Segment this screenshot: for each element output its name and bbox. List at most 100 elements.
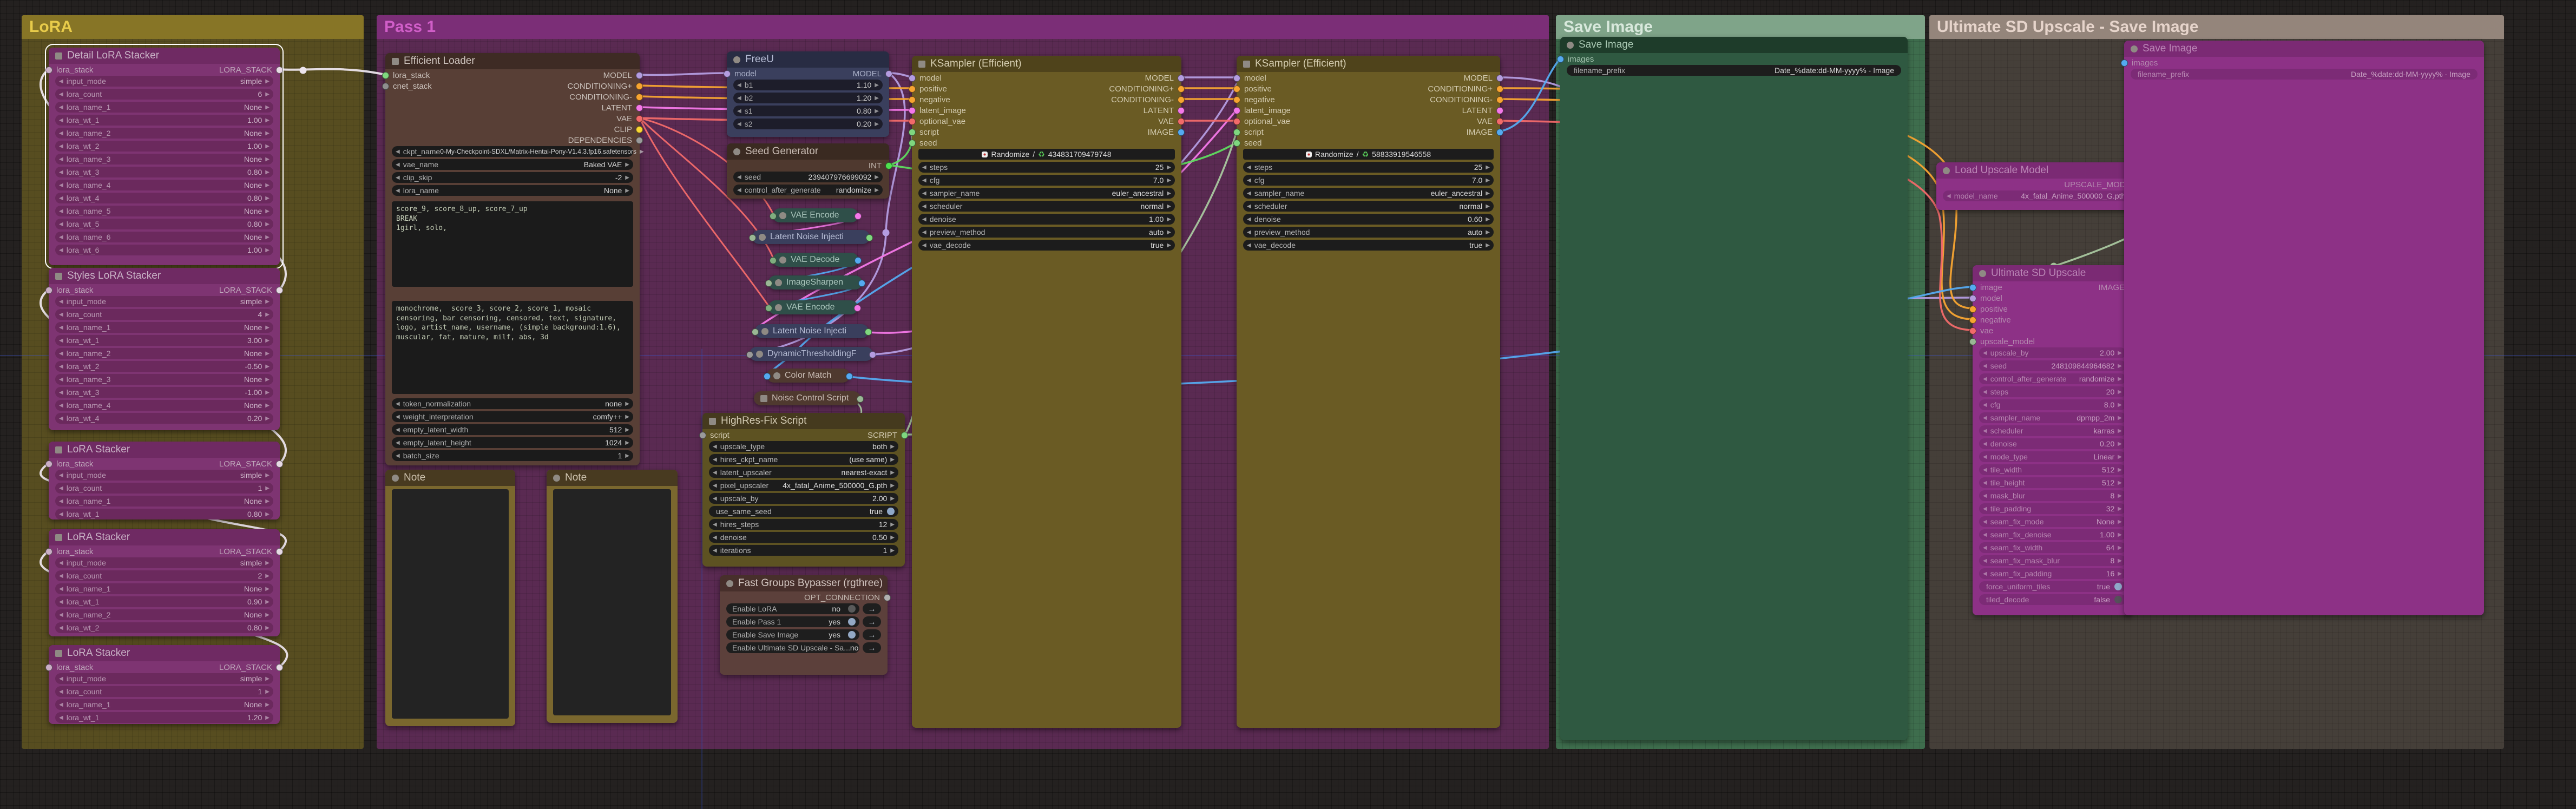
widget-s2[interactable]: ◀ s2 0.20 ▶ — [733, 119, 883, 129]
widget-scheduler[interactable]: ◀ scheduler normal ▶ — [918, 201, 1175, 212]
combo-left-arrow-icon[interactable]: ◀ — [59, 299, 63, 305]
output-dot[interactable] — [1496, 129, 1503, 136]
input-lora_stack[interactable]: lora_stack — [45, 65, 93, 75]
node-save-image[interactable]: Save Image images filename_prefix Date_%dat… — [1557, 37, 1908, 740]
combo-left-arrow-icon[interactable]: ◀ — [1983, 402, 1987, 408]
node-header[interactable]: LoRA Stacker — [49, 442, 280, 458]
input-dot[interactable] — [1233, 107, 1240, 114]
input-script[interactable]: script — [909, 127, 939, 137]
combo-right-arrow-icon[interactable]: ▶ — [265, 485, 270, 491]
widget-input_mode[interactable]: ◀ input_mode simple ▶ — [55, 557, 273, 568]
node-vae-encode[interactable]: VAE Encode — [770, 208, 862, 222]
input-negative[interactable]: negative — [1969, 315, 2011, 325]
output-dot[interactable] — [636, 126, 643, 133]
widget-lora_wt_1[interactable]: ◀ lora_wt_1 0.80 ▶ — [55, 509, 273, 519]
input-dot[interactable] — [1969, 306, 1976, 313]
collapsed-output-dot[interactable] — [865, 328, 872, 336]
combo-right-arrow-icon[interactable]: ▶ — [1486, 203, 1490, 209]
node-load-upscale-model[interactable]: Load Upscale Model UPSCALE_MODEL ◀ model_na… — [1936, 162, 2146, 210]
widget-force_uniform_tiles[interactable]: force_uniform_tiles true — [1979, 581, 2126, 592]
reroute-dot[interactable] — [299, 67, 307, 74]
widget-input_mode[interactable]: ◀ input_mode simple ▶ — [55, 673, 273, 684]
bypass-arrow-button[interactable]: → — [863, 603, 881, 614]
seed-randomize-button[interactable]: Randomize / ♻ 58833919546558 — [1243, 149, 1494, 160]
combo-left-arrow-icon[interactable]: ◀ — [737, 121, 741, 127]
combo-left-arrow-icon[interactable]: ◀ — [396, 401, 400, 407]
combo-left-arrow-icon[interactable]: ◀ — [1247, 203, 1251, 209]
combo-right-arrow-icon[interactable]: ▶ — [265, 143, 270, 149]
widget-weight_interpretation[interactable]: ◀ weight_interpretation comfy++ ▶ — [392, 411, 633, 422]
widget-lora_name_1[interactable]: ◀ lora_name_1 None ▶ — [55, 699, 273, 710]
widget-steps[interactable]: ◀ steps 25 ▶ — [918, 162, 1175, 173]
output-dot[interactable] — [1178, 75, 1185, 82]
combo-right-arrow-icon[interactable]: ▶ — [265, 715, 270, 721]
collapse-icon[interactable] — [55, 52, 62, 60]
combo-left-arrow-icon[interactable]: ◀ — [59, 689, 63, 695]
combo-left-arrow-icon[interactable]: ◀ — [737, 174, 741, 180]
output-dot[interactable] — [276, 67, 283, 74]
bypass-arrow-button[interactable]: → — [863, 642, 881, 653]
output-VAE[interactable]: VAE — [616, 114, 643, 123]
combo-right-arrow-icon[interactable]: ▶ — [265, 612, 270, 618]
combo-left-arrow-icon[interactable]: ◀ — [1947, 193, 1951, 199]
combo-right-arrow-icon[interactable]: ▶ — [875, 187, 879, 193]
combo-right-arrow-icon[interactable]: ▶ — [265, 195, 270, 201]
widget-lora_name_5[interactable]: ◀ lora_name_5 None ▶ — [55, 206, 273, 216]
combo-left-arrow-icon[interactable]: ◀ — [1983, 480, 1987, 486]
output-IMAGE[interactable]: IMAGE — [1148, 127, 1185, 137]
widget-empty_latent_height[interactable]: ◀ empty_latent_height 1024 ▶ — [392, 437, 633, 448]
combo-left-arrow-icon[interactable]: ◀ — [59, 573, 63, 579]
combo-right-arrow-icon[interactable]: ▶ — [1167, 190, 1171, 196]
input-optional_vae[interactable]: optional_vae — [909, 116, 965, 126]
node-header[interactable]: LoRA Stacker — [49, 529, 280, 545]
widget-lora_wt_2[interactable]: ◀ lora_wt_2 0.80 ▶ — [55, 622, 273, 633]
combo-right-arrow-icon[interactable]: ▶ — [875, 121, 879, 127]
collapse-dot-icon[interactable] — [759, 233, 766, 241]
widget-lora_wt_1[interactable]: ◀ lora_wt_1 3.00 ▶ — [55, 335, 273, 346]
combo-left-arrow-icon[interactable]: ◀ — [396, 162, 400, 168]
combo-left-arrow-icon[interactable]: ◀ — [1247, 242, 1251, 248]
widget-lora_wt_6[interactable]: ◀ lora_wt_6 1.00 ▶ — [55, 245, 273, 255]
combo-right-arrow-icon[interactable]: ▶ — [265, 403, 270, 409]
output-OPT_CONNECTION[interactable]: OPT_CONNECTION — [804, 593, 891, 602]
input-model[interactable]: model — [909, 73, 942, 83]
collapsed-input-dot[interactable] — [770, 213, 777, 220]
output-LORA_STACK[interactable]: LORA_STACK — [219, 459, 283, 469]
widget-lora_wt_1[interactable]: ◀ lora_wt_1 1.00 ▶ — [55, 115, 273, 126]
output-dot[interactable] — [636, 94, 643, 101]
combo-right-arrow-icon[interactable]: ▶ — [625, 427, 629, 433]
input-dot[interactable] — [1233, 85, 1240, 93]
combo-left-arrow-icon[interactable]: ◀ — [737, 95, 741, 101]
combo-right-arrow-icon[interactable]: ▶ — [265, 208, 270, 214]
combo-left-arrow-icon[interactable]: ◀ — [396, 453, 400, 459]
toggle-knob[interactable] — [2114, 583, 2122, 590]
combo-left-arrow-icon[interactable]: ◀ — [1983, 493, 1987, 499]
widget-steps[interactable]: ◀ steps 25 ▶ — [1243, 162, 1494, 173]
widget-lora_wt_3[interactable]: ◀ lora_wt_3 -1.00 ▶ — [55, 387, 273, 398]
combo-right-arrow-icon[interactable]: ▶ — [890, 457, 895, 463]
widget-upscale_type[interactable]: ◀ upscale_type both ▶ — [709, 441, 898, 452]
widget-input_mode[interactable]: ◀ input_mode simple ▶ — [55, 296, 273, 307]
output-dot[interactable] — [276, 664, 283, 671]
combo-left-arrow-icon[interactable]: ◀ — [713, 496, 717, 502]
combo-left-arrow-icon[interactable]: ◀ — [59, 104, 63, 110]
widget-lora_wt_4[interactable]: ◀ lora_wt_4 0.80 ▶ — [55, 193, 273, 203]
widget-vae_decode[interactable]: ◀ vae_decode true ▶ — [918, 240, 1175, 251]
node-header[interactable]: Load Upscale Model — [1936, 162, 2143, 179]
combo-left-arrow-icon[interactable]: ◀ — [1983, 376, 1987, 382]
combo-right-arrow-icon[interactable]: ▶ — [2118, 571, 2122, 577]
node-lora-stacker[interactable]: LoRA Stacker lora_stack LORA_STACK ◀ input_m… — [45, 645, 283, 724]
prompt-textarea[interactable] — [553, 489, 671, 715]
input-positive[interactable]: positive — [1969, 304, 2008, 314]
widget-s1[interactable]: ◀ s1 0.80 ▶ — [733, 106, 883, 116]
input-positive[interactable]: positive — [909, 84, 947, 94]
output-dot[interactable] — [1496, 75, 1503, 82]
combo-left-arrow-icon[interactable]: ◀ — [59, 485, 63, 491]
combo-right-arrow-icon[interactable]: ▶ — [265, 511, 270, 517]
combo-left-arrow-icon[interactable]: ◀ — [59, 560, 63, 566]
widget-lora_wt_1[interactable]: ◀ lora_wt_1 1.20 ▶ — [55, 712, 273, 723]
widget-seed[interactable]: ◀ seed 239407976699092 ▶ — [733, 172, 883, 182]
combo-right-arrow-icon[interactable]: ▶ — [1167, 165, 1171, 170]
input-latent_image[interactable]: latent_image — [909, 106, 966, 115]
node-header[interactable]: KSampler (Efficient) — [1237, 56, 1500, 72]
